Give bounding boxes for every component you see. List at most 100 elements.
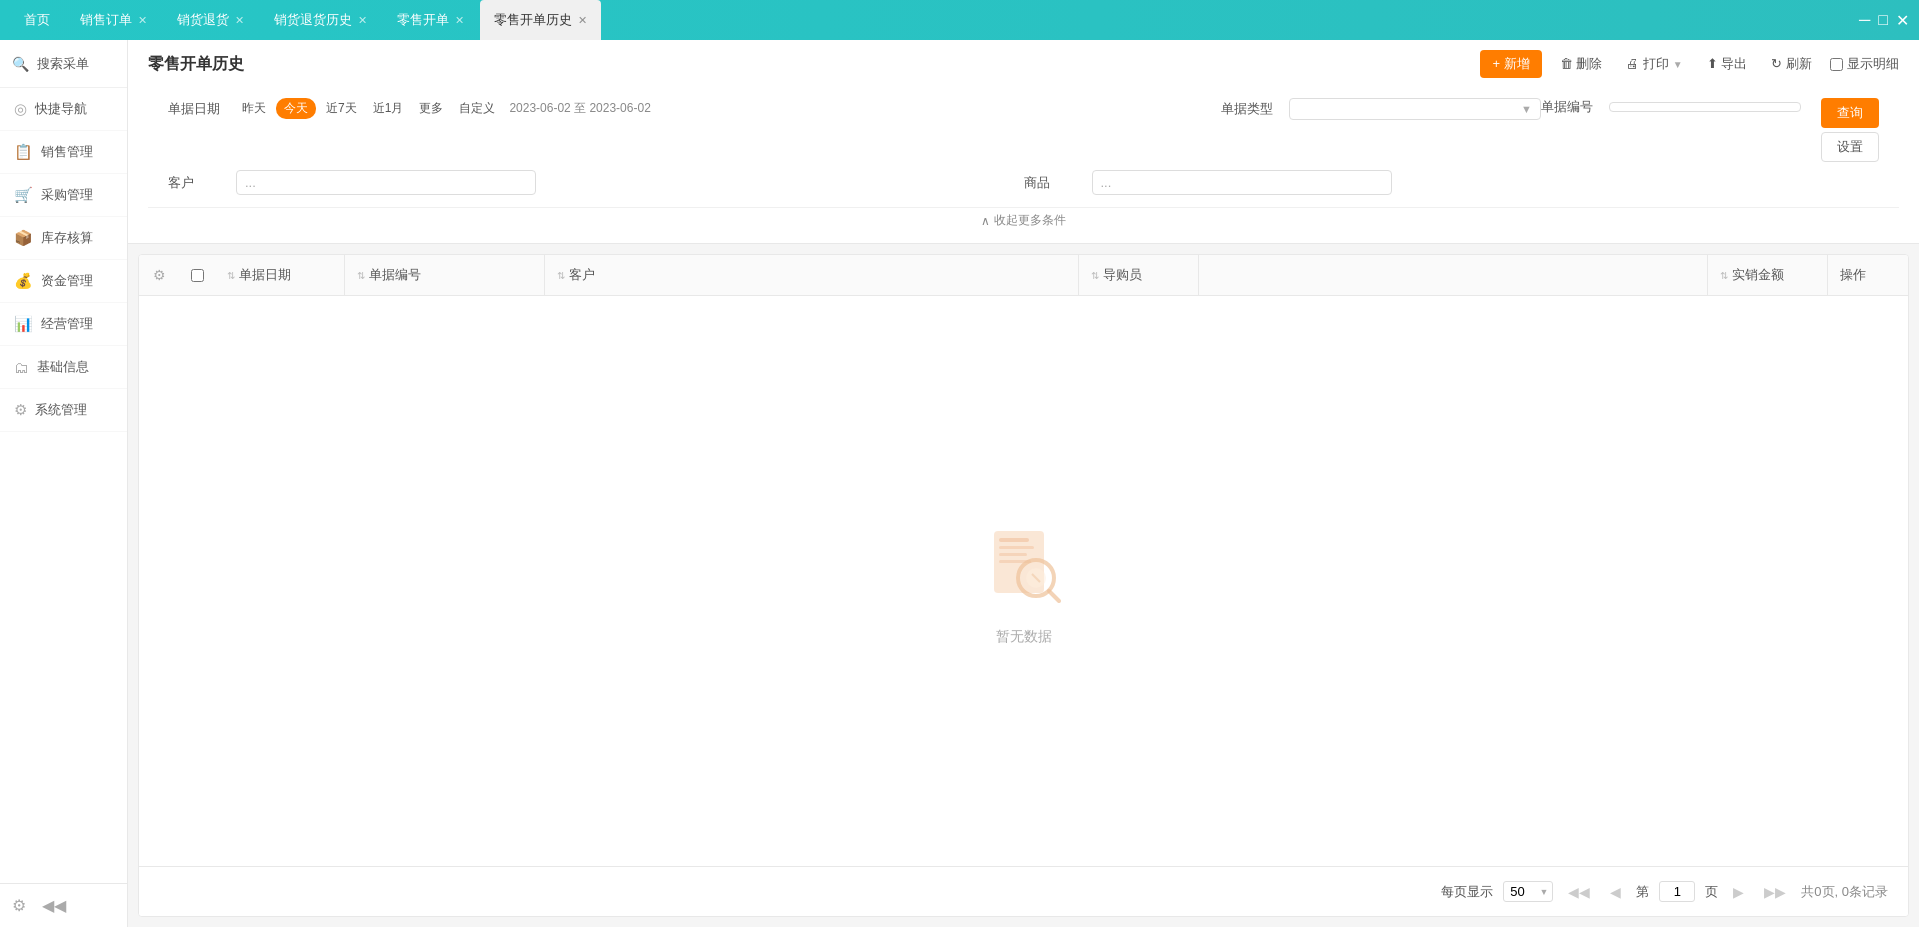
date-range-display: 2023-06-02 至 2023-06-02 bbox=[509, 100, 650, 117]
collapse-icon: ∧ bbox=[981, 214, 990, 228]
sidebar-search[interactable]: 🔍 搜索采单 bbox=[0, 40, 127, 88]
first-page-button[interactable]: ◀◀ bbox=[1563, 882, 1595, 902]
sort-icon[interactable]: ⇅ bbox=[1091, 270, 1099, 281]
date-shortcuts: 昨天 今天 近7天 近1月 更多 自定义 2023-06-02 至 2023-0… bbox=[236, 98, 651, 119]
sidebar-item-sales-mgmt[interactable]: 📋 销售管理 bbox=[0, 131, 127, 174]
close-tab-icon[interactable]: ✕ bbox=[578, 14, 587, 27]
svg-rect-1 bbox=[999, 538, 1029, 542]
tab-sales-return-history[interactable]: 销货退货历史 ✕ bbox=[260, 0, 381, 40]
goods-filter-col: 商品 ... bbox=[1024, 170, 1880, 195]
svg-rect-2 bbox=[999, 546, 1034, 549]
export-button[interactable]: ⬆ 导出 bbox=[1701, 51, 1754, 77]
minimize-button[interactable]: ─ bbox=[1859, 11, 1870, 29]
toolbar: + 新增 🗑 删除 🖨 打印 ▼ ⬆ 导出 ↻ 刷新 bbox=[1480, 50, 1899, 78]
tab-home[interactable]: 首页 bbox=[10, 0, 64, 40]
prev-page-button[interactable]: ◀ bbox=[1605, 882, 1626, 902]
table-select-all[interactable] bbox=[179, 269, 215, 282]
close-tab-icon[interactable]: ✕ bbox=[455, 14, 464, 27]
th-guide: ⇅ 导购员 bbox=[1079, 255, 1199, 295]
basic-info-icon: 🗂 bbox=[14, 359, 29, 376]
close-tab-icon[interactable]: ✕ bbox=[138, 14, 147, 27]
page-suffix: 页 bbox=[1705, 883, 1718, 901]
tab-sales-order[interactable]: 销售订单 ✕ bbox=[66, 0, 161, 40]
print-arrow-icon: ▼ bbox=[1673, 59, 1683, 70]
maximize-button[interactable]: □ bbox=[1878, 11, 1888, 29]
footer-settings-icon[interactable]: ⚙ bbox=[12, 896, 26, 915]
main-layout: 🔍 搜索采单 ◎ 快捷导航 📋 销售管理 🛒 采购管理 📦 库存核算 💰 bbox=[0, 40, 1919, 927]
goods-dots: ... bbox=[1101, 175, 1112, 190]
select-all-checkbox[interactable] bbox=[191, 269, 204, 282]
th-amount: ⇅ 实销金额 bbox=[1708, 255, 1828, 295]
sort-icon[interactable]: ⇅ bbox=[557, 270, 565, 281]
table-header: ⚙ ⇅ 单据日期 ⇅ 单据编号 ⇅ 客户 ⇅ 导购员 bbox=[139, 255, 1908, 296]
add-button[interactable]: + 新增 bbox=[1480, 50, 1541, 78]
quick-nav-icon: ◎ bbox=[14, 100, 27, 118]
today-btn[interactable]: 今天 bbox=[276, 98, 316, 119]
collapse-bar[interactable]: ∧ 收起更多条件 bbox=[148, 207, 1899, 233]
table-settings-icon[interactable]: ⚙ bbox=[139, 267, 179, 283]
customer-filter-col: 客户 ... bbox=[168, 170, 1024, 195]
finance-icon: 💰 bbox=[14, 272, 33, 290]
goods-input[interactable]: ... bbox=[1092, 170, 1392, 195]
sort-icon[interactable]: ⇅ bbox=[227, 270, 235, 281]
more-btn[interactable]: 更多 bbox=[413, 98, 449, 119]
sort-icon[interactable]: ⇅ bbox=[357, 270, 365, 281]
sidebar-item-label: 采购管理 bbox=[41, 186, 93, 204]
bill-type-col: 单据类型 ▼ bbox=[1221, 98, 1541, 120]
display-detail-checkbox[interactable] bbox=[1830, 58, 1843, 71]
sidebar-item-system[interactable]: ⚙ 系统管理 bbox=[0, 389, 127, 432]
per-page-select[interactable]: 50 100 200 bbox=[1503, 881, 1553, 902]
refresh-button[interactable]: ↻ 刷新 bbox=[1765, 51, 1818, 77]
page-header-top: 零售开单历史 + 新增 🗑 删除 🖨 打印 ▼ ⬆ 导出 bbox=[148, 50, 1899, 78]
svg-rect-3 bbox=[999, 553, 1027, 556]
close-tab-icon[interactable]: ✕ bbox=[235, 14, 244, 27]
top-bar: 首页 销售订单 ✕ 销货退货 ✕ 销货退货历史 ✕ 零售开单 ✕ 零售开单历史 … bbox=[0, 0, 1919, 40]
delete-button[interactable]: 🗑 删除 bbox=[1554, 51, 1609, 77]
sidebar-footer: ⚙ ◀◀ bbox=[0, 883, 127, 927]
bill-type-select[interactable]: ▼ bbox=[1289, 98, 1541, 120]
bill-no-input[interactable] bbox=[1609, 102, 1801, 112]
yesterday-btn[interactable]: 昨天 bbox=[236, 98, 272, 119]
filter-area: 单据日期 昨天 今天 近7天 近1月 更多 自定义 2023-06-02 至 2… bbox=[148, 90, 1899, 243]
customer-input[interactable]: ... bbox=[236, 170, 536, 195]
page-number-input[interactable] bbox=[1659, 881, 1695, 902]
date-filter-col: 单据日期 昨天 今天 近7天 近1月 更多 自定义 2023-06-02 至 2… bbox=[168, 98, 1221, 119]
sidebar-item-label: 库存核算 bbox=[41, 229, 93, 247]
next-page-button[interactable]: ▶ bbox=[1728, 882, 1749, 902]
close-tab-icon[interactable]: ✕ bbox=[358, 14, 367, 27]
tab-retail-open[interactable]: 零售开单 ✕ bbox=[383, 0, 478, 40]
sidebar-item-finance[interactable]: 💰 资金管理 bbox=[0, 260, 127, 303]
tab-retail-history[interactable]: 零售开单历史 ✕ bbox=[480, 0, 601, 40]
empty-illustration bbox=[974, 516, 1074, 616]
sidebar-item-purchase-mgmt[interactable]: 🛒 采购管理 bbox=[0, 174, 127, 217]
footer-collapse-icon[interactable]: ◀◀ bbox=[42, 896, 66, 915]
per-page-select-wrap[interactable]: 50 100 200 bbox=[1503, 881, 1553, 902]
sidebar-item-inventory[interactable]: 📦 库存核算 bbox=[0, 217, 127, 260]
settings-button[interactable]: 设置 bbox=[1821, 132, 1879, 162]
sidebar-item-label: 快捷导航 bbox=[35, 100, 87, 118]
print-button[interactable]: 🖨 打印 ▼ bbox=[1620, 51, 1689, 77]
display-detail-toggle[interactable]: 显示明细 bbox=[1830, 55, 1899, 73]
sidebar-item-basic-info[interactable]: 🗂 基础信息 bbox=[0, 346, 127, 389]
inventory-icon: 📦 bbox=[14, 229, 33, 247]
last-page-button[interactable]: ▶▶ bbox=[1759, 882, 1791, 902]
sidebar-item-quick-nav[interactable]: ◎ 快捷导航 bbox=[0, 88, 127, 131]
tab-sales-return[interactable]: 销货退货 ✕ bbox=[163, 0, 258, 40]
date-filter-label: 单据日期 bbox=[168, 100, 228, 118]
sidebar-item-label: 基础信息 bbox=[37, 358, 89, 376]
last-month-btn[interactable]: 近1月 bbox=[367, 98, 410, 119]
customer-dots: ... bbox=[245, 175, 256, 190]
th-customer: ⇅ 客户 bbox=[545, 255, 1079, 295]
sidebar-item-operation[interactable]: 📊 经营管理 bbox=[0, 303, 127, 346]
content-area: 零售开单历史 + 新增 🗑 删除 🖨 打印 ▼ ⬆ 导出 bbox=[128, 40, 1919, 927]
sidebar: 🔍 搜索采单 ◎ 快捷导航 📋 销售管理 🛒 采购管理 📦 库存核算 💰 bbox=[0, 40, 128, 927]
custom-btn[interactable]: 自定义 bbox=[453, 98, 501, 119]
query-button[interactable]: 查询 bbox=[1821, 98, 1879, 128]
th-date: ⇅ 单据日期 bbox=[215, 255, 345, 295]
sort-icon[interactable]: ⇅ bbox=[1720, 270, 1728, 281]
last7-btn[interactable]: 近7天 bbox=[320, 98, 363, 119]
filter-row-2: 客户 ... 商品 ... bbox=[148, 170, 1899, 203]
th-bill-no: ⇅ 单据编号 bbox=[345, 255, 545, 295]
close-button[interactable]: ✕ bbox=[1896, 11, 1909, 30]
search-icon: 🔍 bbox=[12, 56, 29, 72]
